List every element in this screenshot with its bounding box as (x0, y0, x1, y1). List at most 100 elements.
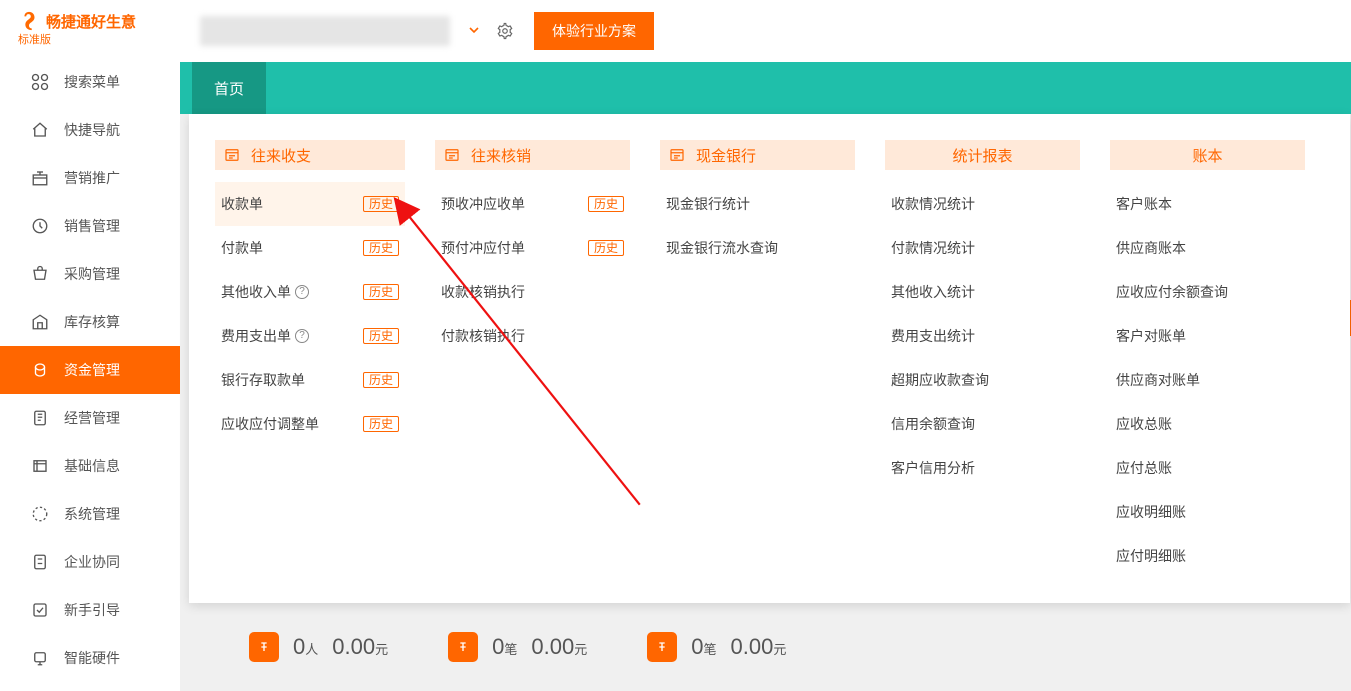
mega-menu-item-label: 应收明细账 (1116, 502, 1186, 522)
mega-menu-item[interactable]: 供应商对账单 (1110, 358, 1305, 402)
sidebar-item-label: 销售管理 (64, 216, 120, 236)
sidebar-item-label: 经营管理 (64, 408, 120, 428)
sales-icon (30, 217, 50, 235)
mega-menu-item[interactable]: 预付冲应付单历史 (435, 226, 630, 270)
gear-icon[interactable] (496, 22, 514, 40)
mega-menu-item[interactable]: 银行存取款单历史 (215, 358, 405, 402)
cta-button[interactable]: 体验行业方案 (534, 12, 654, 50)
mega-menu-item[interactable]: 付款情况统计 (885, 226, 1080, 270)
sidebar-item-funds[interactable]: 资金管理 (0, 346, 180, 394)
sidebar-item-quicknav[interactable]: 快捷导航 (0, 106, 180, 154)
mega-menu-column-header: 现金银行 (660, 140, 855, 170)
history-badge[interactable]: 历史 (363, 196, 399, 212)
mega-menu-item[interactable]: 其他收入统计 (885, 270, 1080, 314)
mega-menu-item[interactable]: 应收总账 (1110, 402, 1305, 446)
mega-menu-item-label: 付款单 (221, 238, 263, 258)
mega-menu-item-label: 应收总账 (1116, 414, 1172, 434)
summary-card: 0笔 0.00元 (448, 619, 587, 675)
mega-menu-item[interactable]: 应收明细账 (1110, 490, 1305, 534)
mega-menu-item-label: 供应商账本 (1116, 238, 1186, 258)
mega-menu-column-header: 往来核销 (435, 140, 630, 170)
history-badge[interactable]: 历史 (363, 240, 399, 256)
card-icon (448, 632, 478, 662)
mega-menu-item[interactable]: 供应商账本 (1110, 226, 1305, 270)
mega-menu-item[interactable]: 现金银行流水查询 (660, 226, 855, 270)
mega-menu-item[interactable]: 信用余额查询 (885, 402, 1080, 446)
sidebar-item-label: 新手引导 (64, 600, 120, 620)
mega-menu-column-header: 账本 (1110, 140, 1305, 170)
card-count: 0笔 (492, 634, 517, 660)
sidebar-item-corp[interactable]: 企业协同 (0, 538, 180, 586)
mega-menu-item[interactable]: 费用支出单?历史 (215, 314, 405, 358)
tab-home[interactable]: 首页 (192, 62, 266, 114)
mega-menu-item[interactable]: 超期应收款查询 (885, 358, 1080, 402)
sidebar-item-operation[interactable]: 经营管理 (0, 394, 180, 442)
mega-menu-column: 往来收支收款单历史付款单历史其他收入单?历史费用支出单?历史银行存取款单历史应收… (215, 140, 405, 578)
search-icon (30, 73, 50, 91)
sidebar-item-label: 快捷导航 (64, 120, 120, 140)
sidebar-item-label: 搜索菜单 (64, 72, 120, 92)
sidebar-menu: 搜索菜单快捷导航营销推广销售管理采购管理库存核算资金管理经营管理基础信息系统管理… (0, 58, 180, 682)
mega-menu-item[interactable]: 客户对账单 (1110, 314, 1305, 358)
mega-menu-item-label: 客户账本 (1116, 194, 1172, 214)
sidebar-item-label: 资金管理 (64, 360, 120, 380)
mega-menu-item[interactable]: 客户信用分析 (885, 446, 1080, 490)
dropdown-caret-icon[interactable] (468, 23, 480, 39)
history-badge[interactable]: 历史 (363, 284, 399, 300)
sidebar-item-sales[interactable]: 销售管理 (0, 202, 180, 250)
history-badge[interactable]: 历史 (363, 416, 399, 432)
sidebar-item-marketing[interactable]: 营销推广 (0, 154, 180, 202)
brand-edition: 标准版 (18, 31, 162, 47)
summary-card: 0人 0.00元 (249, 619, 388, 675)
mega-menu-column-title: 往来核销 (471, 145, 531, 166)
purchase-icon (30, 265, 50, 283)
mega-menu-item[interactable]: 收款情况统计 (885, 182, 1080, 226)
mega-menu-item[interactable]: 收款单 历史 (215, 182, 405, 226)
history-badge[interactable]: 历史 (363, 372, 399, 388)
mega-menu-item[interactable]: 现金银行统计 (660, 182, 855, 226)
history-badge[interactable]: 历史 (588, 196, 624, 212)
help-icon[interactable]: ? (295, 329, 309, 343)
history-badge[interactable]: 历史 (363, 328, 399, 344)
sidebar-item-search[interactable]: 搜索菜单 (0, 58, 180, 106)
mega-menu: 往来收支收款单历史付款单历史其他收入单?历史费用支出单?历史银行存取款单历史应收… (189, 114, 1350, 603)
mega-menu-column-title: 账本 (1192, 145, 1222, 166)
mega-menu-item-label: 其他收入统计 (891, 282, 975, 302)
history-badge[interactable]: 历史 (588, 240, 624, 256)
sidebar-item-label: 营销推广 (64, 168, 120, 188)
sidebar-item-guide[interactable]: 新手引导 (0, 586, 180, 634)
help-icon[interactable]: ? (295, 285, 309, 299)
mega-menu-item[interactable]: 应付总账 (1110, 446, 1305, 490)
mega-menu-item-label: 收款核销执行 (441, 282, 525, 302)
mega-menu-item-label: 客户对账单 (1116, 326, 1186, 346)
mega-menu-item[interactable]: 应收应付调整单历史 (215, 402, 405, 446)
sidebar-item-label: 智能硬件 (64, 648, 120, 668)
mega-menu-item[interactable]: 应付明细账 (1110, 534, 1305, 578)
mega-menu-item[interactable]: 收款核销执行 (435, 270, 630, 314)
document-icon (223, 146, 241, 164)
summary-card: 0笔 0.00元 (647, 619, 786, 675)
sidebar-item-inventory[interactable]: 库存核算 (0, 298, 180, 346)
corp-icon (30, 553, 50, 571)
sidebar-item-basic[interactable]: 基础信息 (0, 442, 180, 490)
sidebar-item-purchase[interactable]: 采购管理 (0, 250, 180, 298)
mega-menu-item[interactable]: 费用支出统计 (885, 314, 1080, 358)
bottom-summary-row: 0人 0.00元 0笔 0.00元 0笔 0.00元 (189, 619, 1351, 675)
mega-menu-item[interactable]: 应收应付余额查询 (1110, 270, 1305, 314)
sidebar-item-system[interactable]: 系统管理 (0, 490, 180, 538)
mega-menu-item-label: 收款情况统计 (891, 194, 975, 214)
mega-menu-item-label: 预收冲应收单 (441, 194, 525, 214)
mega-menu-item[interactable]: 其他收入单?历史 (215, 270, 405, 314)
sidebar-item-hardware[interactable]: 智能硬件 (0, 634, 180, 682)
mega-menu-item[interactable]: 预收冲应收单 历史 (435, 182, 630, 226)
mega-menu-item-label: 现金银行统计 (666, 194, 750, 214)
mega-menu-item[interactable]: 付款单 历史 (215, 226, 405, 270)
mega-menu-item[interactable]: 付款核销执行 (435, 314, 630, 358)
mega-menu-item-label: 应付总账 (1116, 458, 1172, 478)
sidebar-item-label: 采购管理 (64, 264, 120, 284)
mega-menu-item-label: 现金银行流水查询 (666, 238, 778, 258)
card-icon (647, 632, 677, 662)
mega-menu-item-label: 应收应付余额查询 (1116, 282, 1228, 302)
mega-menu-item-label: 收款单 (221, 194, 263, 214)
mega-menu-item[interactable]: 客户账本 (1110, 182, 1305, 226)
